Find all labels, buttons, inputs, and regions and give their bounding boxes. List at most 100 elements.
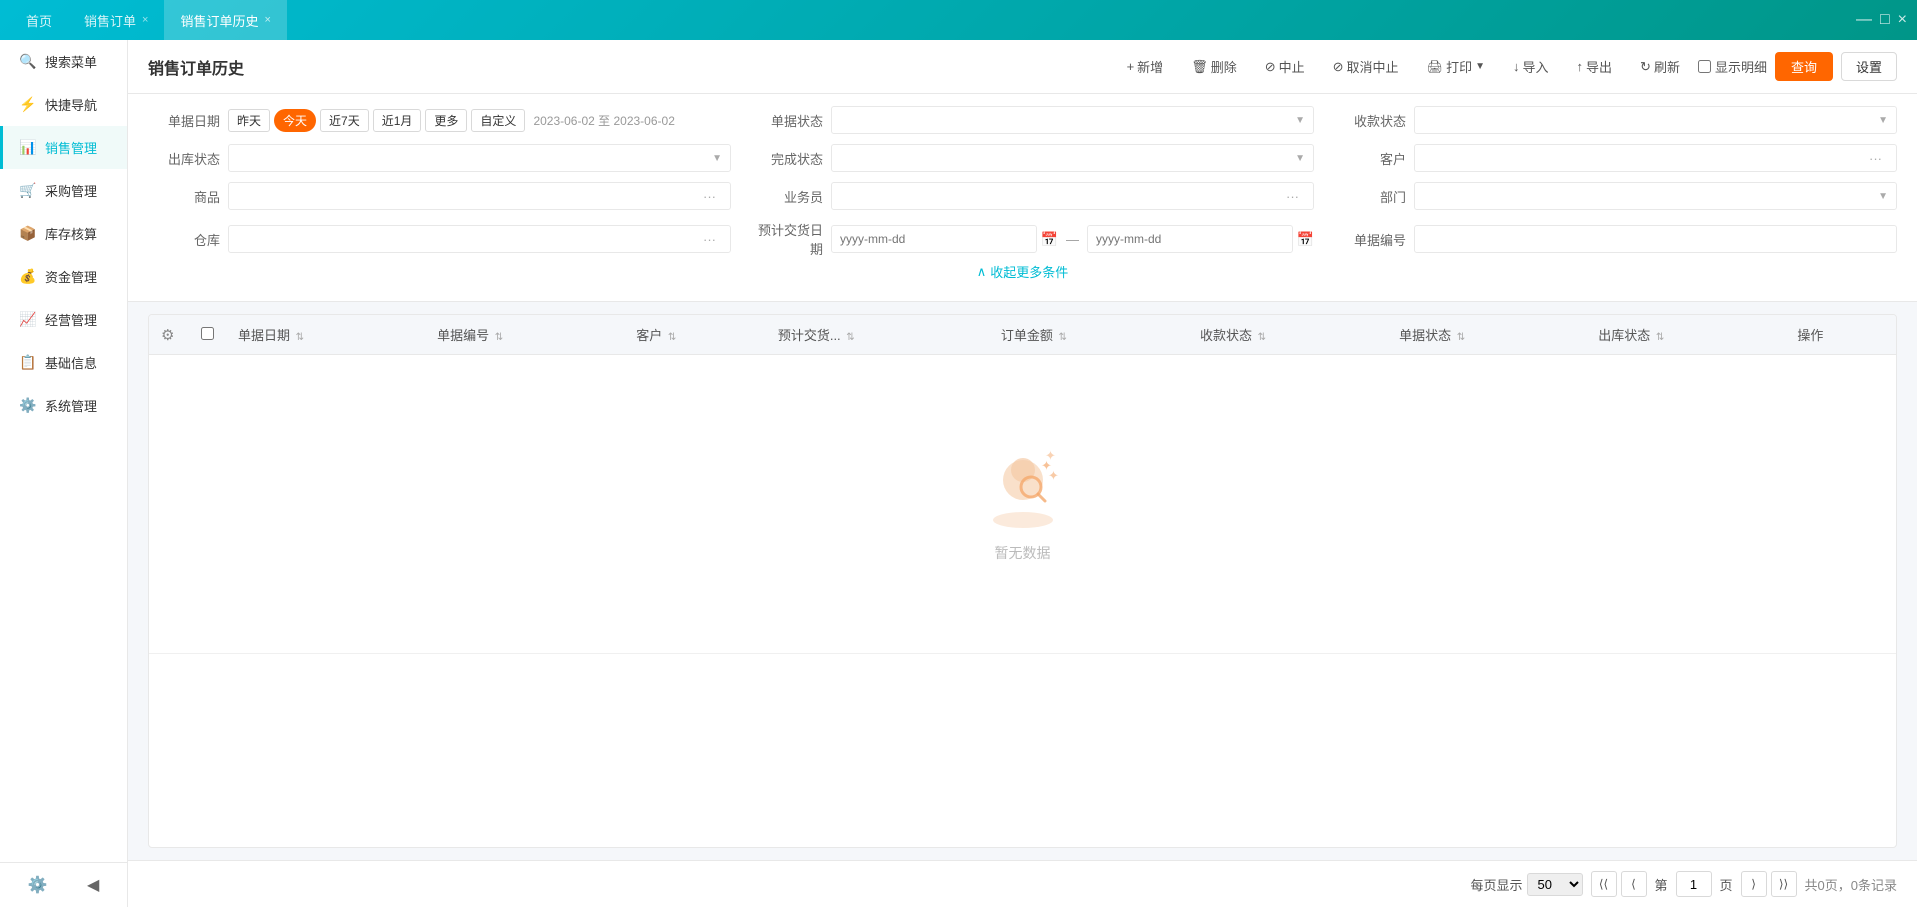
th-number-sort-icon[interactable]: ⇅: [495, 332, 503, 343]
sidebar-item-operation[interactable]: 📈 经营管理: [0, 298, 127, 341]
date-to-calendar-icon[interactable]: 📅: [1297, 231, 1314, 248]
sidebar-item-purchase-label: 采购管理: [45, 181, 97, 200]
date-from-calendar-icon[interactable]: 📅: [1041, 231, 1058, 248]
th-expected-sort-icon[interactable]: ⇅: [846, 332, 854, 343]
refresh-icon: ↻: [1640, 59, 1651, 75]
page-last-btn[interactable]: ⟩⟩: [1771, 871, 1797, 897]
payment-status-label: 收款状态: [1334, 111, 1414, 130]
customer-label: 客户: [1334, 149, 1414, 168]
warehouse-select[interactable]: ···: [228, 225, 731, 253]
delivery-date-from[interactable]: [831, 225, 1037, 253]
cancel-stop-button[interactable]: ⊘ 取消中止: [1323, 53, 1409, 80]
print-button[interactable]: 🖨 打印 ▼: [1417, 53, 1495, 80]
sidebar-item-finance[interactable]: 💰 资金管理: [0, 255, 127, 298]
filter-col-warehouse-status: 出库状态 ▼: [148, 144, 731, 172]
sidebar-collapse-icon[interactable]: ◀: [87, 875, 99, 895]
query-button[interactable]: 查询: [1775, 52, 1833, 81]
salesperson-dots[interactable]: ···: [1280, 189, 1305, 204]
th-payment-sort-icon[interactable]: ⇅: [1258, 332, 1266, 343]
delete-button[interactable]: 🗑 删除: [1181, 53, 1247, 80]
date-last7-btn[interactable]: 近7天: [320, 109, 369, 132]
date-today-btn[interactable]: 今天: [274, 109, 316, 132]
th-warehouse-sort-icon[interactable]: ⇅: [1656, 332, 1664, 343]
page-first-btn[interactable]: ⟨⟨: [1591, 871, 1617, 897]
tab-sales-order[interactable]: 销售订单 ×: [68, 0, 164, 40]
table-settings-icon[interactable]: ⚙: [161, 327, 174, 344]
sidebar-settings-icon[interactable]: ⚙️: [28, 875, 48, 895]
page-prev-btn[interactable]: ⟨: [1621, 871, 1647, 897]
window-minimize-icon[interactable]: —: [1856, 11, 1872, 29]
th-status-label: 单据状态: [1399, 328, 1451, 343]
customer-select[interactable]: ···: [1414, 144, 1897, 172]
date-filter-label: 单据日期: [148, 111, 228, 130]
customer-dots[interactable]: ···: [1863, 151, 1888, 166]
show-detail-checkbox[interactable]: [1698, 60, 1711, 73]
select-all-checkbox[interactable]: [201, 327, 214, 340]
sidebar-item-system[interactable]: ⚙️ 系统管理: [0, 384, 127, 427]
window-maximize-icon[interactable]: □: [1880, 11, 1890, 29]
department-select[interactable]: ▼: [1414, 182, 1897, 210]
order-status-select[interactable]: ▼: [831, 106, 1314, 134]
page-number-input[interactable]: [1676, 871, 1712, 897]
customer-control: ···: [1414, 144, 1897, 172]
cancel-stop-label: 取消中止: [1347, 57, 1399, 76]
pagination-nav: ⟨⟨ ⟨ 第 页 ⟩ ⟩⟩: [1591, 871, 1797, 897]
window-close-icon[interactable]: ×: [1898, 11, 1907, 29]
date-last1month-btn[interactable]: 近1月: [373, 109, 422, 132]
goods-dots[interactable]: ···: [697, 189, 722, 204]
settings-button[interactable]: 设置: [1841, 52, 1897, 81]
warehouse-status-select[interactable]: ▼: [228, 144, 731, 172]
date-separator: —: [1062, 232, 1083, 247]
filter-col-salesperson: 业务员 ···: [731, 182, 1314, 210]
operation-icon: 📈: [19, 311, 37, 328]
page-next-btn[interactable]: ⟩: [1741, 871, 1767, 897]
th-date: 单据日期 ⇅: [226, 315, 425, 355]
sidebar-item-quick-nav[interactable]: ⚡ 快捷导航: [0, 83, 127, 126]
per-page-dropdown[interactable]: 50 10 20 100: [1527, 873, 1583, 896]
data-table: ⚙ 单据日期 ⇅ 单据编号 ⇅: [149, 315, 1896, 654]
delivery-date-to[interactable]: [1087, 225, 1293, 253]
sidebar-item-inventory[interactable]: 📦 库存核算: [0, 212, 127, 255]
table-head: ⚙ 单据日期 ⇅ 单据编号 ⇅: [149, 315, 1896, 355]
sidebar-item-sales[interactable]: 📊 销售管理: [0, 126, 127, 169]
print-dropdown-icon[interactable]: ▼: [1475, 61, 1485, 72]
th-status-sort-icon[interactable]: ⇅: [1457, 332, 1465, 343]
stop-button[interactable]: ⊘ 中止: [1255, 53, 1315, 80]
per-page-label: 每页显示: [1470, 875, 1522, 894]
date-more-btn[interactable]: 更多: [425, 109, 467, 132]
sidebar-item-basic[interactable]: 📋 基础信息: [0, 341, 127, 384]
salesperson-select[interactable]: ···: [831, 182, 1314, 210]
table-header-row: ⚙ 单据日期 ⇅ 单据编号 ⇅: [149, 315, 1896, 355]
order-number-input[interactable]: [1414, 225, 1897, 253]
delivery-date-control: 📅 — 📅: [831, 225, 1314, 253]
sidebar-item-basic-label: 基础信息: [45, 353, 97, 372]
sidebar-item-search[interactable]: 🔍 搜索菜单: [0, 40, 127, 83]
empty-state: ✦ ✦ ✦ 暂无数据: [161, 365, 1884, 643]
complete-status-select[interactable]: ▼: [831, 144, 1314, 172]
total-text: 共0页，0条记录: [1805, 875, 1897, 894]
goods-select[interactable]: ···: [228, 182, 731, 210]
payment-status-select[interactable]: ▼: [1414, 106, 1897, 134]
basic-icon: 📋: [19, 354, 37, 371]
sidebar-item-purchase[interactable]: 🛒 采购管理: [0, 169, 127, 212]
tab-sales-order-history-close-icon[interactable]: ×: [264, 14, 270, 26]
th-date-sort-icon[interactable]: ⇅: [296, 332, 304, 343]
svg-text:✦: ✦: [1048, 468, 1059, 483]
top-bar: 首页 销售订单 × 销售订单历史 × — □ ×: [0, 0, 1917, 40]
tab-sales-order-history[interactable]: 销售订单历史 ×: [164, 0, 286, 40]
refresh-button[interactable]: ↻ 刷新: [1630, 53, 1690, 80]
date-custom-btn[interactable]: 自定义: [471, 109, 525, 132]
filter-row-2: 出库状态 ▼ 完成状态 ▼: [148, 144, 1897, 172]
collapse-bar[interactable]: ∧ 收起更多条件: [148, 258, 1897, 289]
import-button[interactable]: ↓ 导入: [1503, 53, 1559, 80]
date-yesterday-btn[interactable]: 昨天: [228, 109, 270, 132]
page-title-row: 销售订单历史 + 新增 🗑 删除 ⊘ 中止 ⊘: [148, 52, 1897, 81]
add-button[interactable]: + 新增: [1117, 53, 1174, 80]
payment-status-control: ▼: [1414, 106, 1897, 134]
tab-home[interactable]: 首页: [10, 0, 68, 40]
tab-sales-order-close-icon[interactable]: ×: [142, 14, 148, 26]
th-customer-sort-icon[interactable]: ⇅: [668, 332, 676, 343]
export-button[interactable]: ↑ 导出: [1567, 53, 1623, 80]
th-amount-sort-icon[interactable]: ⇅: [1059, 332, 1067, 343]
warehouse-dots[interactable]: ···: [697, 232, 722, 247]
